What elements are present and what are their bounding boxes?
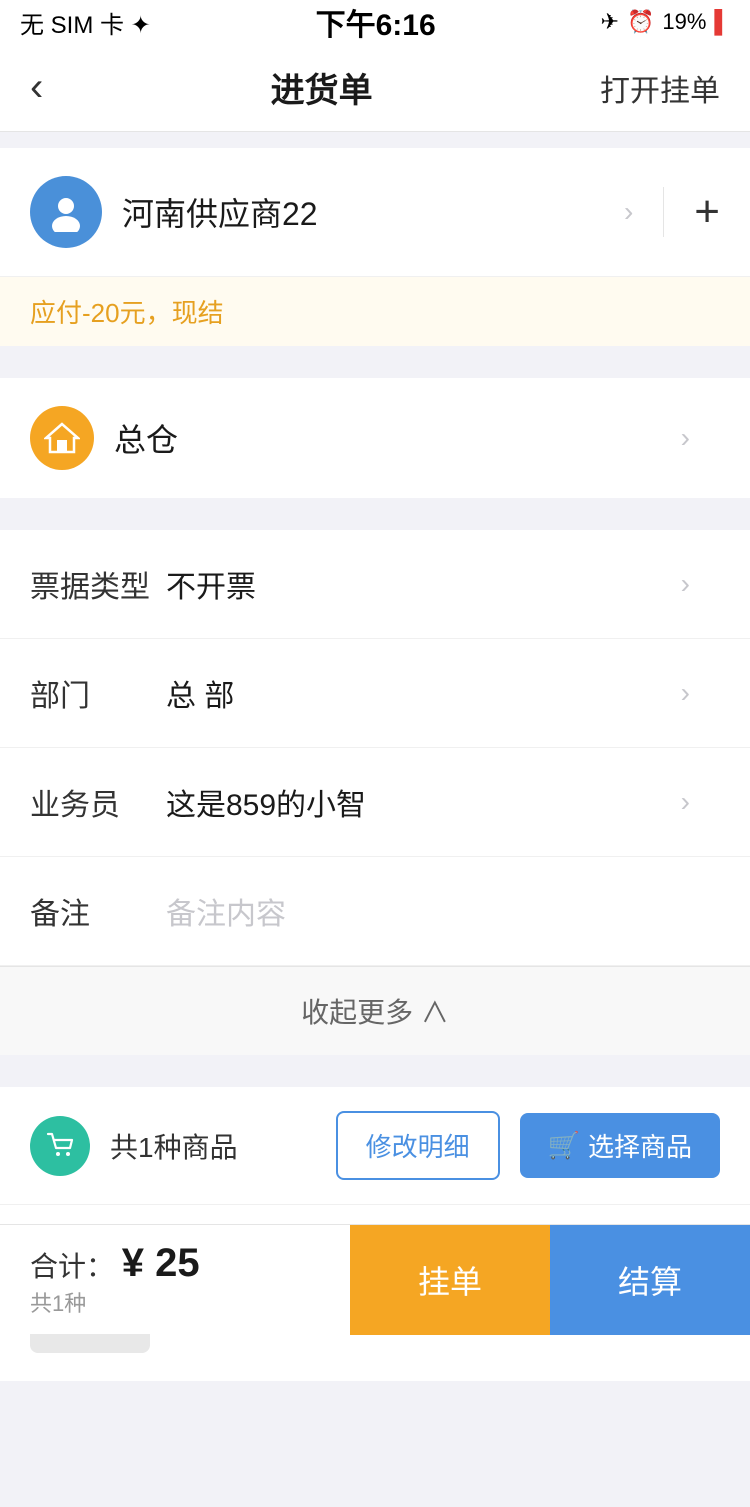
product-header: 共1种商品 修改明细 🛒 选择商品 [0, 1087, 750, 1205]
department-chevron: › [681, 677, 690, 709]
supplier-name: 河南供应商22 [122, 189, 624, 235]
supplier-avatar [30, 176, 102, 248]
warehouse-icon [30, 406, 94, 470]
department-row[interactable]: 部门 总 部 › [0, 639, 750, 748]
total-section: 合计： ¥ 25 共1种 [0, 1241, 350, 1318]
location-icon: ✈ [601, 9, 619, 35]
divider-1 [0, 132, 750, 148]
remark-label: 备注 [30, 889, 150, 933]
add-button[interactable]: + [663, 187, 720, 237]
status-time: 下午6:16 [316, 0, 436, 44]
warehouse-chevron: › [681, 422, 690, 454]
divider-4 [0, 1071, 750, 1087]
open-pending-button[interactable]: 打开挂单 [600, 66, 720, 110]
sim-status: 无 SIM 卡 ✦ [20, 5, 151, 40]
status-right: ✈ ⏰ 19% ▌ [601, 9, 730, 35]
warehouse-section: 总仓 › [0, 378, 750, 498]
chevron-right-icon: › [624, 196, 633, 228]
supplier-notice: 应付-20元，现结 [0, 277, 750, 346]
person-icon [46, 192, 86, 232]
suspend-button[interactable]: 挂单 [350, 1225, 550, 1335]
house-icon [44, 420, 80, 456]
invoice-type-value: 不开票 [150, 562, 681, 606]
form-section: 票据类型 不开票 › 部门 总 部 › 业务员 这是859的小智 › 备注 备注… [0, 530, 750, 1055]
select-product-button[interactable]: 🛒 选择商品 [520, 1113, 720, 1178]
department-value: 总 部 [150, 671, 681, 715]
collapse-label: 收起更多 ∧ [301, 997, 449, 1028]
status-left: 无 SIM 卡 ✦ [20, 5, 151, 40]
salesperson-value: 这是859的小智 [150, 780, 681, 824]
back-button[interactable]: ‹ [30, 65, 43, 110]
nav-bar: ‹ 进货单 打开挂单 [0, 44, 750, 132]
salesperson-row[interactable]: 业务员 这是859的小智 › [0, 748, 750, 857]
select-cart-icon: 🛒 [548, 1130, 580, 1161]
total-label: 合计： [30, 1251, 114, 1282]
bottom-bar: 合计： ¥ 25 共1种 挂单 结算 [0, 1224, 750, 1334]
checkout-button[interactable]: 结算 [550, 1225, 750, 1335]
cart-icon [44, 1130, 76, 1162]
status-bar: 无 SIM 卡 ✦ 下午6:16 ✈ ⏰ 19% ▌ [0, 0, 750, 44]
alarm-icon: ⏰ [627, 9, 654, 35]
product-cart-icon [30, 1116, 90, 1176]
remark-row[interactable]: 备注 备注内容 [0, 857, 750, 966]
divider-2 [0, 362, 750, 378]
battery-icon: ▌ [714, 9, 730, 35]
edit-detail-button[interactable]: 修改明细 [336, 1111, 500, 1180]
total-row: 合计： ¥ 25 [30, 1241, 320, 1286]
remark-placeholder[interactable]: 备注内容 [150, 889, 720, 933]
invoice-type-row[interactable]: 票据类型 不开票 › [0, 530, 750, 639]
salesperson-label: 业务员 [30, 780, 150, 824]
page-title: 进货单 [271, 63, 373, 112]
invoice-type-label: 票据类型 [30, 562, 150, 606]
warehouse-row[interactable]: 总仓 › [0, 378, 750, 498]
total-amount: ¥ 25 [122, 1241, 200, 1285]
supplier-row[interactable]: 河南供应商22 › + [0, 148, 750, 277]
warehouse-name: 总仓 [114, 415, 681, 461]
divider-3 [0, 514, 750, 530]
product-count: 共1种商品 [110, 1126, 316, 1166]
salesperson-chevron: › [681, 786, 690, 818]
total-count: 共1种 [30, 1286, 320, 1318]
collapse-bar[interactable]: 收起更多 ∧ [0, 966, 750, 1055]
battery-level: 19% [662, 9, 706, 35]
department-label: 部门 [30, 671, 150, 715]
select-product-label: 选择商品 [588, 1127, 692, 1164]
invoice-chevron: › [681, 568, 690, 600]
bottom-spacer [0, 1397, 750, 1507]
supplier-section: 河南供应商22 › + 应付-20元，现结 [0, 148, 750, 346]
